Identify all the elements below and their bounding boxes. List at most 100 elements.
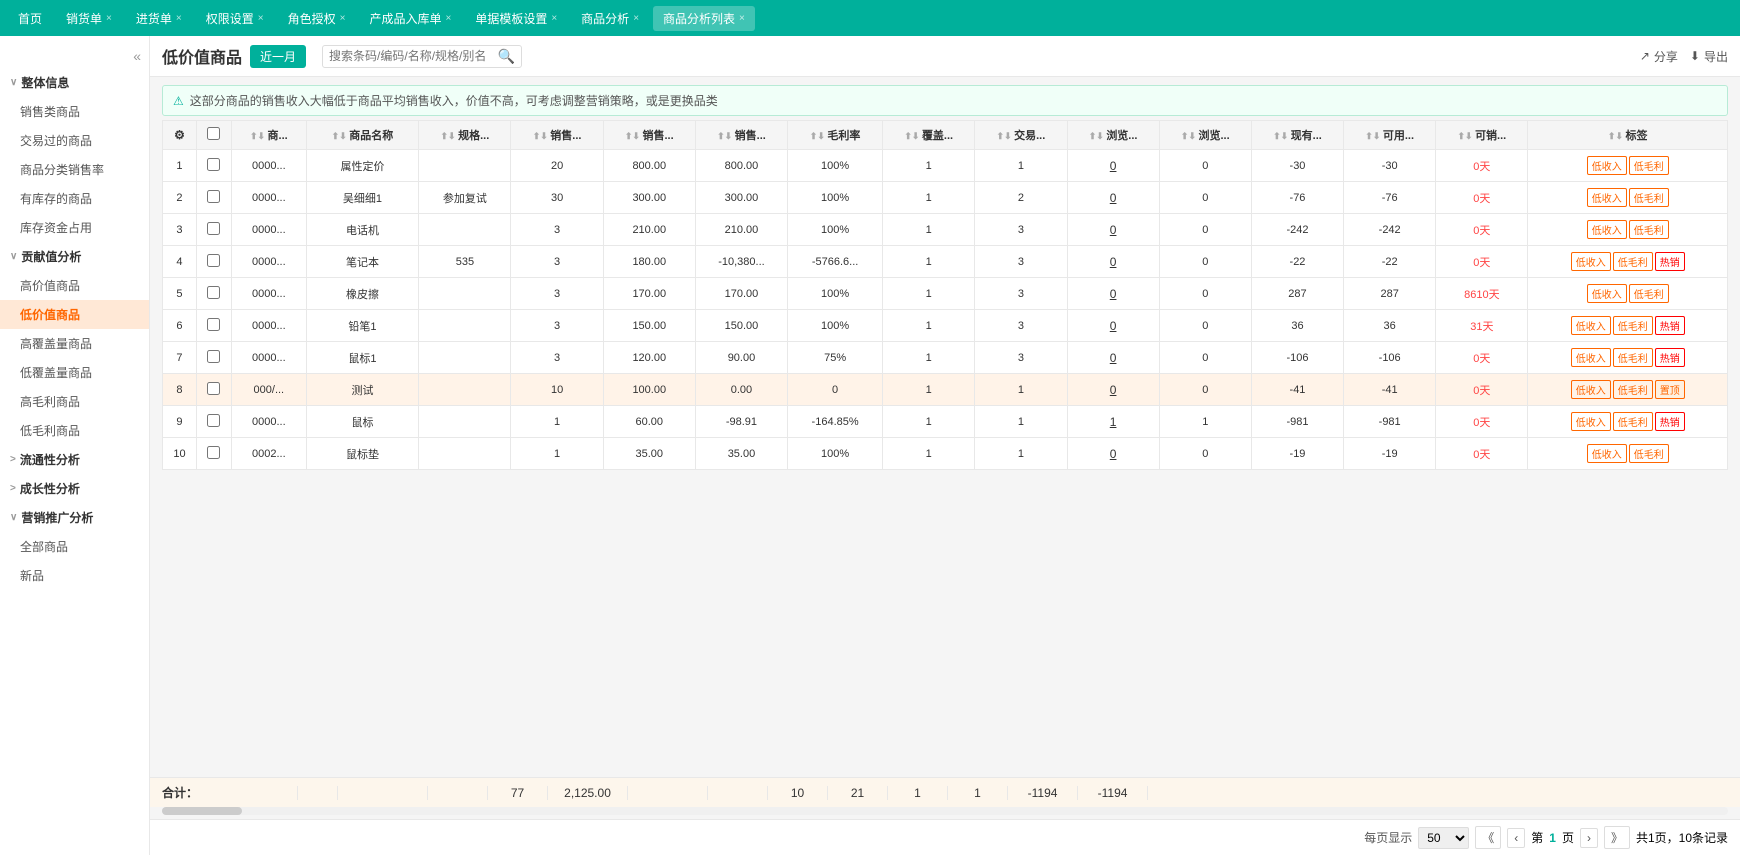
horizontal-scrollbar[interactable] [162, 807, 1728, 815]
nav-close-销货单[interactable]: × [106, 13, 112, 24]
cell-checkbox[interactable] [196, 182, 231, 214]
row-checkbox-9[interactable] [207, 446, 220, 459]
col-header-available[interactable]: ⬆⬇ 可用... [1344, 121, 1436, 150]
row-checkbox-3[interactable] [207, 254, 220, 267]
nav-close-角色授权[interactable]: × [340, 13, 346, 24]
search-input[interactable] [329, 49, 498, 63]
browse1-link[interactable]: 0 [1110, 223, 1117, 237]
sidebar-item-低覆盖量商品[interactable]: 低覆盖量商品 [0, 358, 149, 387]
row-checkbox-7[interactable] [207, 382, 220, 395]
sidebar-item-低毛利商品[interactable]: 低毛利商品 [0, 416, 149, 445]
sidebar-group-流通性分析[interactable]: >流通性分析 [0, 445, 149, 474]
row-checkbox-5[interactable] [207, 318, 220, 331]
browse1-link[interactable]: 0 [1110, 255, 1117, 269]
settings-icon[interactable]: ⚙ [174, 128, 185, 142]
cell-checkbox[interactable] [196, 310, 231, 342]
period-button[interactable]: 近一月 [250, 45, 306, 68]
sidebar-item-高毛利商品[interactable]: 高毛利商品 [0, 387, 149, 416]
col-header-sellable[interactable]: ⬆⬇ 可销... [1436, 121, 1528, 150]
sidebar-group-整体信息[interactable]: ∨整体信息 [0, 68, 149, 97]
nav-close-产成品入库单[interactable]: × [445, 13, 451, 24]
browse1-link[interactable]: 0 [1110, 159, 1117, 173]
col-header-coverage[interactable]: ⬆⬇ 覆盖... [883, 121, 975, 150]
cell-browse1[interactable]: 1 [1067, 406, 1159, 438]
scrollbar-thumb[interactable] [162, 807, 242, 815]
col-header-tags[interactable]: ⬆⬇ 标签 [1528, 121, 1728, 150]
next-page-button[interactable]: › [1580, 828, 1598, 848]
col-header-browse1[interactable]: ⬆⬇ 浏览... [1067, 121, 1159, 150]
sidebar-item-低价值商品[interactable]: 低价值商品 [0, 300, 149, 329]
nav-item-销货单[interactable]: 销货单× [56, 6, 122, 31]
first-page-button[interactable]: 《 [1475, 826, 1501, 849]
sidebar-item-高价值商品[interactable]: 高价值商品 [0, 271, 149, 300]
col-header-sale_amount[interactable]: ⬆⬇ 销售... [695, 121, 787, 150]
sidebar-item-新品[interactable]: 新品 [0, 561, 149, 590]
nav-item-产成品入库单[interactable]: 产成品入库单× [359, 6, 461, 31]
browse1-link[interactable]: 0 [1110, 351, 1117, 365]
row-checkbox-8[interactable] [207, 414, 220, 427]
cell-checkbox[interactable] [196, 150, 231, 182]
nav-item-商品分析[interactable]: 商品分析× [571, 6, 649, 31]
nav-close-进货单[interactable]: × [176, 13, 182, 24]
sidebar-item-商品分类销售率[interactable]: 商品分类销售率 [0, 155, 149, 184]
sidebar-item-高覆盖量商品[interactable]: 高覆盖量商品 [0, 329, 149, 358]
sidebar-group-成长性分析[interactable]: >成长性分析 [0, 474, 149, 503]
browse1-link[interactable]: 0 [1110, 191, 1117, 205]
export-button[interactable]: ⬇ 导出 [1690, 48, 1728, 65]
select-all-checkbox[interactable] [207, 127, 220, 140]
col-header-browse2[interactable]: ⬆⬇ 浏览... [1159, 121, 1251, 150]
row-checkbox-1[interactable] [207, 190, 220, 203]
col-header-sale_price[interactable]: ⬆⬇ 销售... [603, 121, 695, 150]
row-checkbox-6[interactable] [207, 350, 220, 363]
col-header-sale_qty[interactable]: ⬆⬇ 销售... [511, 121, 603, 150]
cell-available: -30 [1344, 150, 1436, 182]
nav-item-权限设置[interactable]: 权限设置× [196, 6, 274, 31]
cell-checkbox[interactable] [196, 342, 231, 374]
browse1-link[interactable]: 0 [1110, 319, 1117, 333]
sidebar-group-贡献值分析[interactable]: ∨贡献值分析 [0, 242, 149, 271]
nav-close-单据模板设置[interactable]: × [551, 13, 557, 24]
col-header-trade[interactable]: ⬆⬇ 交易... [975, 121, 1067, 150]
row-checkbox-2[interactable] [207, 222, 220, 235]
browse1-link[interactable]: 0 [1110, 447, 1117, 461]
col-header-code[interactable]: ⬆⬇ 商... [232, 121, 307, 150]
nav-item-商品分析列表[interactable]: 商品分析列表× [653, 6, 755, 31]
sidebar-item-销售类商品[interactable]: 销售类商品 [0, 97, 149, 126]
nav-close-权限设置[interactable]: × [258, 13, 264, 24]
sidebar-group-营销推广分析[interactable]: ∨营销推广分析 [0, 503, 149, 532]
sidebar-collapse-btn[interactable]: « [133, 48, 141, 64]
col-header-settings[interactable]: ⚙ [163, 121, 197, 150]
cell-checkbox[interactable] [196, 438, 231, 470]
col-header-checkbox[interactable] [196, 121, 231, 150]
sidebar-item-有库存的商品[interactable]: 有库存的商品 [0, 184, 149, 213]
nav-item-首页[interactable]: 首页 [8, 6, 52, 31]
cell-checkbox[interactable] [196, 278, 231, 310]
cell-checkbox[interactable] [196, 406, 231, 438]
cell-checkbox[interactable] [196, 374, 231, 406]
browse1-link[interactable]: 0 [1110, 383, 1117, 397]
prev-page-button[interactable]: ‹ [1507, 828, 1525, 848]
col-header-spec[interactable]: ⬆⬇ 规格... [419, 121, 511, 150]
col-header-margin[interactable]: ⬆⬇ 毛利率 [788, 121, 883, 150]
col-header-current_stock[interactable]: ⬆⬇ 现有... [1251, 121, 1343, 150]
col-header-name[interactable]: ⬆⬇ 商品名称 [306, 121, 419, 150]
page-title: 低价值商品 [162, 44, 242, 68]
last-page-button[interactable]: 》 [1604, 826, 1630, 849]
browse1-link[interactable]: 0 [1110, 287, 1117, 301]
cell-checkbox[interactable] [196, 214, 231, 246]
nav-close-商品分析列表[interactable]: × [739, 13, 745, 24]
nav-item-单据模板设置[interactable]: 单据模板设置× [465, 6, 567, 31]
cell-sellable-days: 31天 [1436, 310, 1528, 342]
page-size-select[interactable]: 50 100 [1418, 827, 1469, 849]
nav-close-商品分析[interactable]: × [633, 13, 639, 24]
cell-checkbox[interactable] [196, 246, 231, 278]
browse1-link[interactable]: 1 [1110, 415, 1117, 429]
row-checkbox-4[interactable] [207, 286, 220, 299]
nav-item-角色授权[interactable]: 角色授权× [278, 6, 356, 31]
share-button[interactable]: ↗ 分享 [1640, 48, 1678, 65]
sidebar-item-交易过的商品[interactable]: 交易过的商品 [0, 126, 149, 155]
sidebar-item-全部商品[interactable]: 全部商品 [0, 532, 149, 561]
nav-item-进货单[interactable]: 进货单× [126, 6, 192, 31]
sidebar-item-库存资金占用[interactable]: 库存资金占用 [0, 213, 149, 242]
row-checkbox-0[interactable] [207, 158, 220, 171]
